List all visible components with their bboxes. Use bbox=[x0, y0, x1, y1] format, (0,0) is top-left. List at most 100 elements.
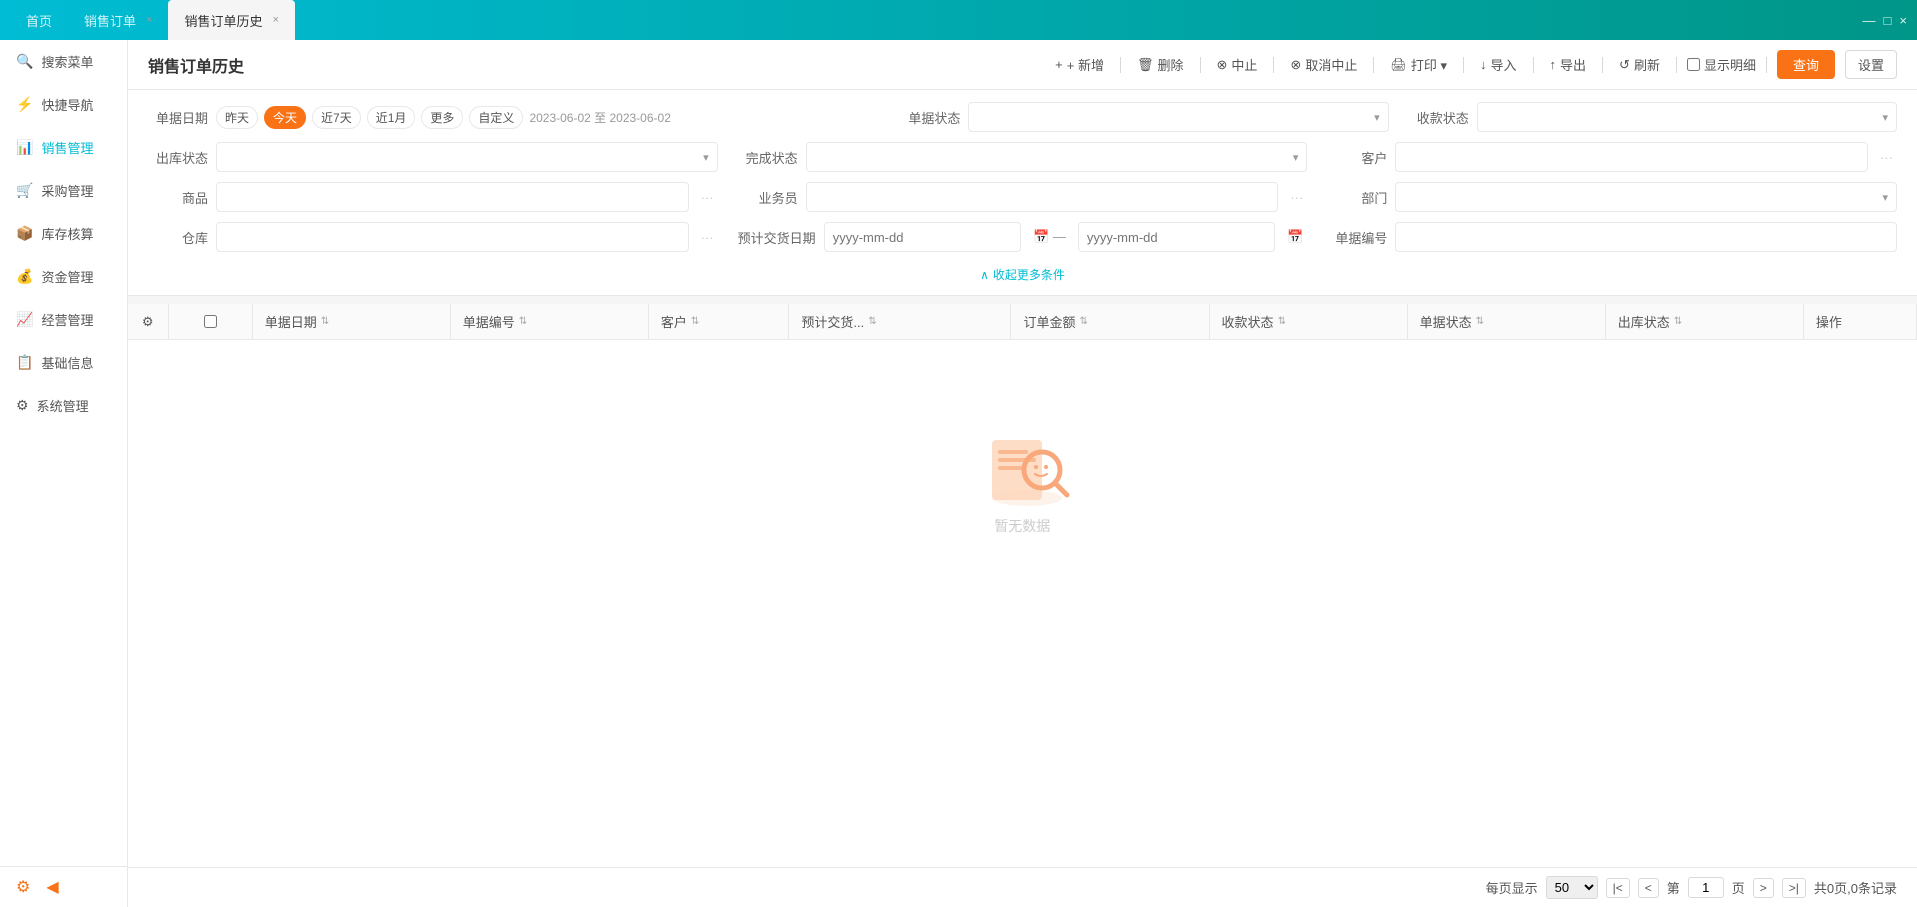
toolbar-divider-7 bbox=[1602, 57, 1603, 73]
search-icon: 🔍 bbox=[16, 53, 33, 70]
settings-button[interactable]: 设置 bbox=[1845, 50, 1897, 79]
sidebar-item-purchase[interactable]: 🛒 采购管理 bbox=[0, 169, 127, 212]
goods-input[interactable] bbox=[216, 182, 689, 212]
date-btn-yesterday[interactable]: 昨天 bbox=[216, 106, 258, 129]
salesperson-label: 业务员 bbox=[738, 188, 798, 207]
finance-icon: 💰 bbox=[16, 268, 33, 285]
toolbar-divider-2 bbox=[1200, 57, 1201, 73]
sidebar-item-inventory[interactable]: 📦 库存核算 bbox=[0, 212, 127, 255]
filter-order-status-item: 单据状态 ▾ bbox=[900, 102, 1388, 132]
page-size-select[interactable]: 50 10 20 100 bbox=[1546, 876, 1598, 899]
salesperson-dots[interactable]: ··· bbox=[1286, 190, 1307, 205]
payment-status-select[interactable]: ▾ bbox=[1477, 102, 1897, 132]
filter-goods-item: 商品 ··· bbox=[148, 182, 718, 212]
warehouse-input[interactable] bbox=[216, 222, 689, 252]
date-btn-1month[interactable]: 近1月 bbox=[367, 106, 416, 129]
goods-label: 商品 bbox=[148, 188, 208, 207]
refresh-button[interactable]: ↺ 刷新 bbox=[1613, 52, 1666, 77]
page-last-button[interactable]: >| bbox=[1782, 878, 1806, 898]
goods-dots[interactable]: ··· bbox=[697, 190, 718, 205]
order-status-select[interactable]: ▾ bbox=[968, 102, 1388, 132]
tab-sales-order-history-close[interactable]: × bbox=[272, 14, 278, 26]
th-delivery-status[interactable]: 出库状态 ⇅ bbox=[1605, 304, 1803, 340]
page-next-button[interactable]: > bbox=[1753, 878, 1774, 898]
refresh-icon: ↺ bbox=[1619, 57, 1630, 73]
th-number[interactable]: 单据编号 ⇅ bbox=[450, 304, 648, 340]
tab-home[interactable]: 首页 bbox=[10, 0, 68, 40]
tab-sales-order[interactable]: 销售订单 × bbox=[68, 0, 168, 40]
quicknav-icon: ⚡ bbox=[16, 96, 33, 113]
th-actions-label: 操作 bbox=[1816, 315, 1842, 330]
page-header: 销售订单历史 + + 新增 🗑 删除 ⊗ 中止 ⊗ bbox=[128, 40, 1917, 90]
date-btn-today[interactable]: 今天 bbox=[264, 106, 306, 129]
th-date[interactable]: 单据日期 ⇅ bbox=[252, 304, 450, 340]
customer-label: 客户 bbox=[1327, 148, 1387, 167]
toolbar-divider-6 bbox=[1533, 57, 1534, 73]
empty-svg bbox=[972, 420, 1082, 510]
expected-delivery-end[interactable] bbox=[1078, 222, 1275, 252]
collapse-label: 收起更多条件 bbox=[993, 266, 1065, 283]
date-btn-7days[interactable]: 近7天 bbox=[312, 106, 361, 129]
toolbar-divider-9 bbox=[1766, 57, 1767, 73]
th-customer[interactable]: 客户 ⇅ bbox=[648, 304, 788, 340]
th-date-label: 单据日期 bbox=[265, 312, 317, 331]
sidebar-item-sales[interactable]: 📊 销售管理 bbox=[0, 126, 127, 169]
sales-icon: 📊 bbox=[16, 139, 33, 156]
salesperson-input[interactable] bbox=[806, 182, 1279, 212]
empty-text: 暂无数据 bbox=[994, 516, 1050, 536]
collapse-bar[interactable]: ∧ 收起更多条件 bbox=[148, 262, 1897, 283]
filter-row-1: 单据日期 昨天 今天 近7天 近1月 更多 自定义 2023-06-02 至 2… bbox=[148, 102, 1897, 132]
expected-delivery-start[interactable] bbox=[824, 222, 1021, 252]
window-minimize-icon[interactable]: — bbox=[1863, 13, 1876, 28]
date-btn-more[interactable]: 更多 bbox=[421, 106, 463, 129]
table-body: 暂无数据 bbox=[128, 340, 1917, 617]
th-payment-status[interactable]: 收款状态 ⇅ bbox=[1209, 304, 1407, 340]
page-prev-button[interactable]: < bbox=[1638, 878, 1659, 898]
th-amount-label: 订单金额 bbox=[1023, 312, 1075, 331]
sidebar-item-purchase-label: 采购管理 bbox=[41, 181, 93, 200]
page-first-button[interactable]: |< bbox=[1606, 878, 1630, 898]
sidebar-item-system[interactable]: ⚙ 系统管理 bbox=[0, 384, 127, 427]
date-btn-custom[interactable]: 自定义 bbox=[469, 106, 523, 129]
th-order-status[interactable]: 单据状态 ⇅ bbox=[1407, 304, 1605, 340]
filter-payment-status-item: 收款状态 ▾ bbox=[1409, 102, 1897, 132]
date-filter: 昨天 今天 近7天 近1月 更多 自定义 2023-06-02 至 2023-0… bbox=[216, 106, 880, 129]
import-button[interactable]: ↓ 导入 bbox=[1474, 52, 1523, 77]
window-close-icon[interactable]: × bbox=[1899, 13, 1907, 28]
sidebar-item-finance[interactable]: 💰 资金管理 bbox=[0, 255, 127, 298]
tab-sales-order-close[interactable]: × bbox=[146, 14, 152, 26]
sidebar-item-basic-info[interactable]: 📋 基础信息 bbox=[0, 341, 127, 384]
sidebar-collapse-icon[interactable]: ◀ bbox=[46, 877, 58, 897]
sidebar-item-search[interactable]: 🔍 搜索菜单 bbox=[0, 40, 127, 83]
show-detail-checkbox[interactable] bbox=[1687, 58, 1700, 71]
filter-customer-item: 客户 ··· bbox=[1327, 142, 1897, 172]
tab-sales-order-history[interactable]: 销售订单历史 × bbox=[168, 0, 294, 40]
select-all-checkbox[interactable] bbox=[204, 315, 217, 328]
stop-button[interactable]: ⊗ 中止 bbox=[1211, 52, 1264, 77]
cancel-stop-button[interactable]: ⊗ 取消中止 bbox=[1284, 52, 1363, 77]
delete-button[interactable]: 🗑 删除 bbox=[1131, 52, 1190, 77]
sort-customer-icon: ⇅ bbox=[691, 316, 699, 327]
customer-input[interactable] bbox=[1395, 142, 1868, 172]
query-button[interactable]: 查询 bbox=[1777, 50, 1835, 79]
add-button[interactable]: + + 新增 bbox=[1049, 52, 1110, 77]
export-button[interactable]: ↑ 导出 bbox=[1544, 52, 1593, 77]
sidebar-item-operations[interactable]: 📈 经营管理 bbox=[0, 298, 127, 341]
department-select[interactable]: ▾ bbox=[1395, 182, 1897, 212]
sidebar-item-quicknav[interactable]: ⚡ 快捷导航 bbox=[0, 83, 127, 126]
th-expected-delivery[interactable]: 预计交货... ⇅ bbox=[789, 304, 1011, 340]
empty-illustration bbox=[972, 420, 1072, 500]
customer-dots[interactable]: ··· bbox=[1876, 150, 1897, 165]
doc-number-input[interactable] bbox=[1395, 222, 1897, 252]
print-button[interactable]: 🖨 打印 ▾ bbox=[1384, 52, 1453, 77]
window-maximize-icon[interactable]: □ bbox=[1884, 13, 1892, 28]
inventory-icon: 📦 bbox=[16, 225, 33, 242]
delivery-status-select[interactable]: ▾ bbox=[216, 142, 718, 172]
page-input[interactable] bbox=[1688, 877, 1724, 898]
sidebar-settings-icon[interactable]: ⚙ bbox=[16, 877, 30, 897]
th-amount[interactable]: 订单金额 ⇅ bbox=[1011, 304, 1209, 340]
warehouse-dots[interactable]: ··· bbox=[697, 230, 718, 245]
column-settings-icon[interactable]: ⚙ bbox=[142, 314, 154, 330]
completion-status-select[interactable]: ▾ bbox=[806, 142, 1308, 172]
filter-date-item: 单据日期 昨天 今天 近7天 近1月 更多 自定义 2023-06-02 至 2… bbox=[148, 106, 880, 129]
